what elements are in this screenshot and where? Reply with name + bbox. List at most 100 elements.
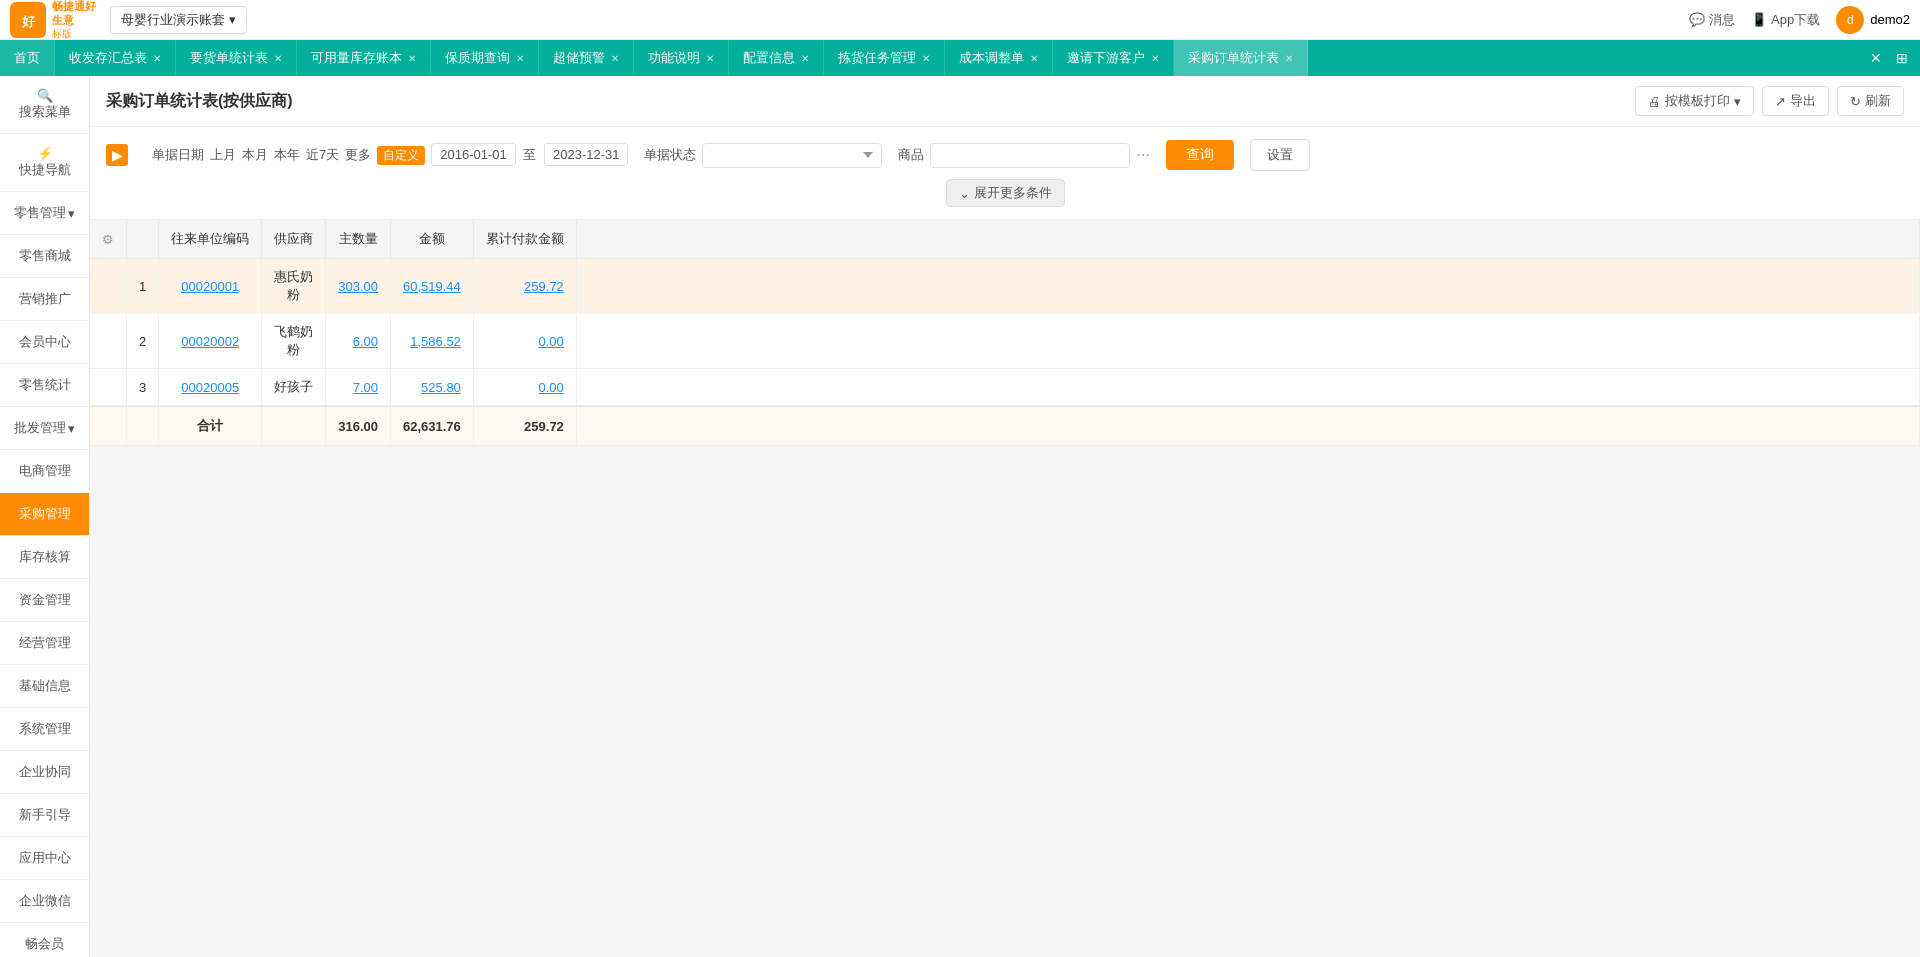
top-bar: 好 畅捷通好生意 标版 母婴行业演示账套 ▾ 💬 消息 📱 App下载 d de… [0,0,1920,40]
sidebar-item-finance[interactable]: 资金管理 [0,579,89,622]
query-button[interactable]: 查询 [1166,140,1234,170]
sidebar-item-wholesale[interactable]: 批发管理 ▾ [0,407,89,450]
sidebar-item-search[interactable]: 🔍 搜索菜单 [0,76,89,134]
expand-more-btn[interactable]: ⌄ 展开更多条件 [946,179,1065,207]
sidebar-item-app-center[interactable]: 应用中心 [0,837,89,880]
shortcut-this-month[interactable]: 本月 [242,146,268,164]
sidebar-item-retail[interactable]: 零售管理 ▾ [0,192,89,235]
tab-expiry-query-close[interactable]: ✕ [516,53,524,64]
sidebar-item-shortcuts[interactable]: ⚡ 快捷导航 [0,134,89,192]
sidebar-item-vip[interactable]: 畅会员 [0,923,89,957]
shortcuts-icon: ⚡ [4,146,85,161]
sidebar-item-enterprise[interactable]: 企业协同 [0,751,89,794]
row3-paid-amount[interactable]: 0.00 [473,369,576,407]
tab-function-desc[interactable]: 功能说明 ✕ [634,40,729,76]
setting-button[interactable]: 设置 [1250,139,1310,171]
sidebar-item-inventory[interactable]: 库存核算 [0,536,89,579]
tab-available-stock[interactable]: 可用量库存账本 ✕ [297,40,431,76]
download-icon: 📱 [1751,12,1767,27]
sidebar-wholesale-label: 批发管理 [14,419,66,437]
row3-amount[interactable]: 525.80 [391,369,474,407]
goods-input[interactable] [930,143,1130,168]
tab-available-stock-close[interactable]: ✕ [408,53,416,64]
tab-receive-send[interactable]: 收发存汇总表 ✕ [55,40,176,76]
tab-pick-task[interactable]: 拣货任务管理 ✕ [824,40,945,76]
search-icon: 🔍 [4,88,85,103]
sidebar-item-purchase[interactable]: 采购管理 [0,493,89,536]
row2-supplier-code[interactable]: 00020002 [159,314,262,369]
shortcut-this-year[interactable]: 本年 [274,146,300,164]
sidebar-item-operations[interactable]: 经营管理 [0,622,89,665]
tab-overstock-close[interactable]: ✕ [611,53,619,64]
tab-cost-adjust[interactable]: 成本调整单 ✕ [945,40,1053,76]
sidebar-item-system[interactable]: 系统管理 [0,708,89,751]
sidebar-item-retail-store[interactable]: 零售商城 [0,235,89,278]
shortcut-last-month[interactable]: 上月 [210,146,236,164]
tab-receive-send-close[interactable]: ✕ [153,53,161,64]
goods-more-btn[interactable]: ··· [1136,146,1149,164]
row1-paid-amount[interactable]: 259.72 [473,259,576,314]
tab-invite-customer[interactable]: 邀请下游客户 ✕ [1053,40,1174,76]
filter-toggle-btn[interactable]: ▶ [106,144,128,166]
page-header: 采购订单统计表(按供应商) 🖨 按模板打印 ▾ ↗ 导出 ↻ 刷新 [90,76,1920,127]
avatar: d [1836,6,1864,34]
gear-icon[interactable]: ⚙ [102,232,114,247]
message-btn[interactable]: 💬 消息 [1689,11,1735,29]
tab-cost-adjust-close[interactable]: ✕ [1030,53,1038,64]
row2-paid-amount[interactable]: 0.00 [473,314,576,369]
row1-amount[interactable]: 60,519.44 [391,259,474,314]
tab-goods-summary-close[interactable]: ✕ [274,53,282,64]
footer-settings [90,406,127,446]
sidebar-item-wechat[interactable]: 企业微信 [0,880,89,923]
row2-settings [90,314,127,369]
export-button[interactable]: ↗ 导出 [1762,86,1829,116]
sidebar-retail-store-label: 零售商城 [4,247,85,265]
close-tab-btn[interactable]: ✕ [1864,48,1888,68]
sidebar-item-newbie[interactable]: 新手引导 [0,794,89,837]
workspace-selector[interactable]: 母婴行业演示账套 ▾ [110,6,247,34]
row1-main-qty[interactable]: 303.00 [326,259,391,314]
status-select[interactable] [702,143,882,168]
row1-supplier-code[interactable]: 00020001 [159,259,262,314]
tab-function-desc-close[interactable]: ✕ [706,53,714,64]
sidebar-item-ecommerce[interactable]: 电商管理 [0,450,89,493]
row2-main-qty[interactable]: 6.00 [326,314,391,369]
sidebar-item-marketing[interactable]: 营销推广 [0,278,89,321]
tab-config-info[interactable]: 配置信息 ✕ [729,40,824,76]
row2-amount[interactable]: 1,586.52 [391,314,474,369]
date-range: 2016-01-01 至 2023-12-31 [431,146,628,164]
sidebar-item-retail-stats[interactable]: 零售统计 [0,364,89,407]
row3-supplier-code[interactable]: 00020005 [159,369,262,407]
shortcut-more[interactable]: 更多 [345,146,371,164]
sidebar-item-member[interactable]: 会员中心 [0,321,89,364]
refresh-button[interactable]: ↻ 刷新 [1837,86,1904,116]
date-from[interactable]: 2016-01-01 [431,143,516,166]
row3-main-qty[interactable]: 7.00 [326,369,391,407]
tab-invite-customer-close[interactable]: ✕ [1151,53,1159,64]
tab-pick-task-close[interactable]: ✕ [922,53,930,64]
shortcut-7days[interactable]: 近7天 [306,146,339,164]
tab-config-info-close[interactable]: ✕ [801,53,809,64]
sidebar-operations-label: 经营管理 [4,634,85,652]
tab-config-info-label: 配置信息 [743,49,795,67]
date-to[interactable]: 2023-12-31 [544,143,629,166]
tab-purchase-summary-close[interactable]: ✕ [1285,53,1293,64]
filter-row: ▶ 单据日期 上月 本月 本年 近7天 更多 自定义 2016-01-01 至 [106,139,1904,171]
sidebar-search-label: 搜索菜单 [4,103,85,121]
maximize-tab-btn[interactable]: ⊞ [1890,48,1914,68]
user-area[interactable]: d demo2 [1836,6,1910,34]
app-download-btn[interactable]: 📱 App下载 [1751,11,1820,29]
sidebar-item-basic[interactable]: 基础信息 [0,665,89,708]
tab-goods-summary[interactable]: 要货单统计表 ✕ [176,40,297,76]
page-actions: 🖨 按模板打印 ▾ ↗ 导出 ↻ 刷新 [1635,86,1904,116]
status-filter: 单据状态 [644,143,882,168]
print-button[interactable]: 🖨 按模板打印 ▾ [1635,86,1754,116]
tab-home[interactable]: 首页 [0,40,55,76]
tab-expiry-query[interactable]: 保质期查询 ✕ [431,40,539,76]
refresh-icon: ↻ [1850,94,1861,109]
custom-tag: 自定义 [377,146,425,165]
expand-label: 展开更多条件 [974,184,1052,202]
tab-overstock[interactable]: 超储预警 ✕ [539,40,634,76]
tab-purchase-summary[interactable]: 采购订单统计表 ✕ [1174,40,1308,76]
date-filter: 单据日期 上月 本月 本年 近7天 更多 自定义 2016-01-01 至 20… [152,146,628,165]
